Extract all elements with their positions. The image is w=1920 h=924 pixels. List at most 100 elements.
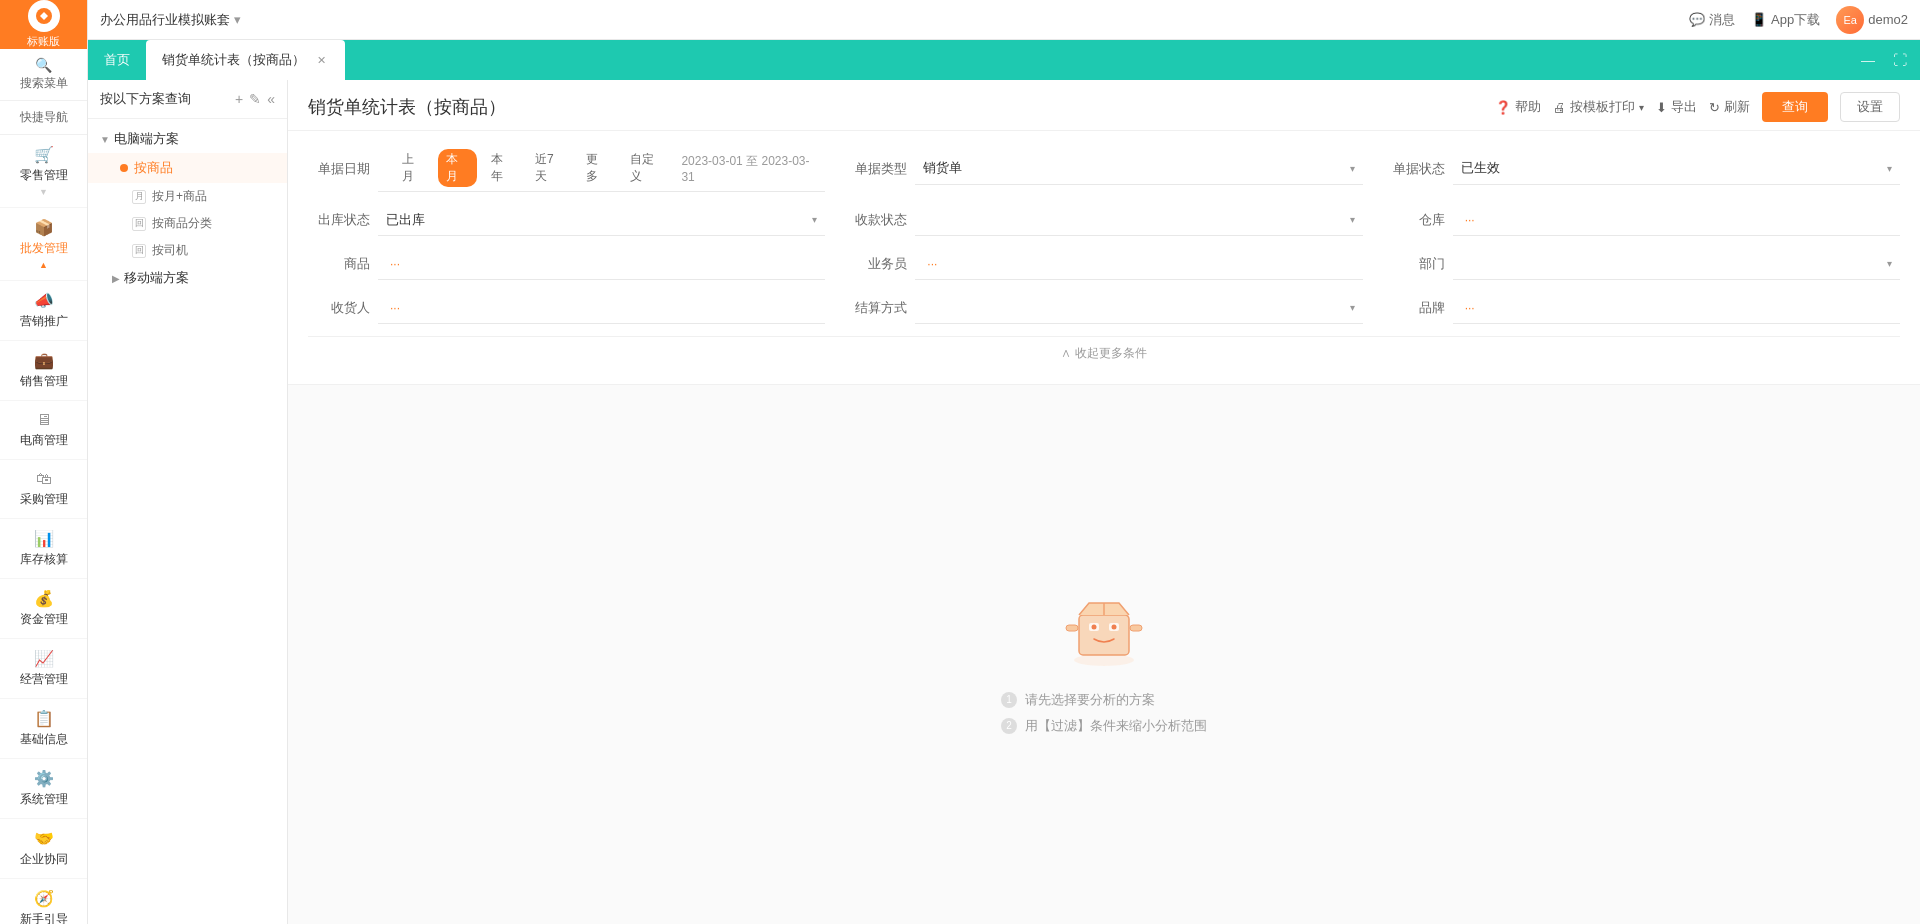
sidebar-item-marketing[interactable]: 📣 营销推广 xyxy=(0,281,87,341)
sidebar-item-system[interactable]: ⚙️ 系统管理 xyxy=(0,759,87,819)
svg-point-8 xyxy=(1112,624,1117,629)
help-btn[interactable]: ❓ 帮助 xyxy=(1495,98,1541,116)
filter-row-1: 单据日期 上月 本月 本年 近7天 更多 自定义 2023-03-01 至 20… xyxy=(308,145,1900,192)
sidebar-item-operation[interactable]: 📈 经营管理 xyxy=(0,639,87,699)
tab-home[interactable]: 首页 xyxy=(88,40,146,80)
sidebar-item-enterprise[interactable]: 🤝 企业协同 xyxy=(0,819,87,879)
add-scheme-btn[interactable]: + xyxy=(235,91,243,107)
payment-control[interactable]: ▾ xyxy=(915,204,1362,236)
brand-ellipsis-icon[interactable]: ··· xyxy=(1465,301,1475,315)
tree-item-by-month-product[interactable]: 月 按月+商品 xyxy=(88,183,287,210)
tip-text-1: 请先选择要分析的方案 xyxy=(1025,691,1155,709)
order-type-value: 销货单 xyxy=(923,159,962,177)
filter-row-4: 收货人 ··· 结算方式 ▾ 品牌 ··· xyxy=(308,292,1900,324)
sidebar-item-purchase[interactable]: 🛍 采购管理 xyxy=(0,460,87,519)
quick-nav[interactable]: 快捷导航 xyxy=(0,101,87,135)
warehouse-ellipsis-icon[interactable]: ··· xyxy=(1465,213,1475,227)
order-status-control[interactable]: 已生效 ▾ xyxy=(1453,153,1900,185)
sidebar-item-finance[interactable]: 💰 资金管理 xyxy=(0,579,87,639)
refresh-btn[interactable]: ↻ 刷新 xyxy=(1709,98,1750,116)
page-actions: ❓ 帮助 🖨 按模板打印 ▾ ⬇ 导出 ↻ 刷新 xyxy=(1495,92,1900,122)
export-btn[interactable]: ⬇ 导出 xyxy=(1656,98,1697,116)
brand-control[interactable]: ··· xyxy=(1453,292,1900,324)
receiver-ellipsis-icon[interactable]: ··· xyxy=(390,301,400,315)
guide-icon: 🧭 xyxy=(34,889,54,908)
sidebar-item-label: 基础信息 xyxy=(20,731,68,748)
sidebar-item-label: 资金管理 xyxy=(20,611,68,628)
search-label: 搜索菜单 xyxy=(20,76,68,90)
order-status-value: 已生效 xyxy=(1461,159,1500,177)
tree-item-by-category[interactable]: 回 按商品分类 xyxy=(88,210,287,237)
tab-sales-stats[interactable]: 销货单统计表（按商品） ✕ xyxy=(146,40,345,80)
query-btn[interactable]: 查询 xyxy=(1762,92,1828,122)
sidebar-item-basic[interactable]: 📋 基础信息 xyxy=(0,699,87,759)
logo-icon xyxy=(28,0,60,32)
settle-control[interactable]: ▾ xyxy=(915,292,1362,324)
tab-close-icon[interactable]: ✕ xyxy=(313,52,329,68)
app-logo: 标账版 xyxy=(0,0,88,49)
message-btn[interactable]: 💬 消息 xyxy=(1689,11,1735,29)
date-range: 2023-03-01 至 2023-03-31 xyxy=(681,153,817,184)
last-7days-btn[interactable]: 近7天 xyxy=(527,149,572,187)
sidebar-item-label: 销售管理 xyxy=(20,373,68,390)
topbar-right: 💬 消息 📱 App下载 Ea demo2 xyxy=(1689,6,1908,34)
brand-label: 品牌 xyxy=(1383,299,1453,317)
salesman-control[interactable]: ··· xyxy=(915,248,1362,280)
goods-control[interactable]: ··· xyxy=(378,248,825,280)
app-download-btn[interactable]: 📱 App下载 xyxy=(1751,11,1820,29)
tab-minimize-btn[interactable]: — xyxy=(1856,48,1880,72)
sidebar-item-sales[interactable]: 💼 销售管理 xyxy=(0,341,87,401)
collapse-filter-btn[interactable]: ∧ 收起更多条件 xyxy=(308,336,1900,370)
tree-item-by-driver[interactable]: 回 按司机 xyxy=(88,237,287,264)
sidebar-item-label: 电商管理 xyxy=(20,432,68,449)
sidebar-item-inventory[interactable]: 📊 库存核算 xyxy=(0,519,87,579)
system-icon: ⚙️ xyxy=(34,769,54,788)
current-month-btn[interactable]: 本月 xyxy=(438,149,476,187)
print-btn[interactable]: 🖨 按模板打印 ▾ xyxy=(1553,98,1644,116)
edit-scheme-btn[interactable]: ✎ xyxy=(249,91,261,107)
stock-dropdown-icon: ▾ xyxy=(812,214,817,225)
empty-tips: 1 请先选择要分析的方案 2 用【过滤】条件来缩小分析范围 xyxy=(1001,691,1207,735)
current-year-btn[interactable]: 本年 xyxy=(483,149,521,187)
tree-item-by-product[interactable]: 按商品 xyxy=(88,153,287,183)
order-type-control[interactable]: 销货单 ▾ xyxy=(915,153,1362,185)
empty-tip-1: 1 请先选择要分析的方案 xyxy=(1001,691,1207,709)
sidebar-item-retail[interactable]: 🛒 零售管理 ▼ xyxy=(0,135,87,208)
goods-ellipsis-icon[interactable]: ··· xyxy=(390,257,400,271)
retail-icon: 🛒 xyxy=(34,145,54,164)
inventory-icon: 📊 xyxy=(34,529,54,548)
stock-control[interactable]: 已出库 ▾ xyxy=(378,204,825,236)
stock-value: 已出库 xyxy=(386,211,425,229)
sidebar-item-guide[interactable]: 🧭 新手引导 xyxy=(0,879,87,924)
wholesale-icon: 📦 xyxy=(34,218,54,237)
operation-icon: 📈 xyxy=(34,649,54,668)
date-label: 单据日期 xyxy=(308,160,378,178)
tab-maximize-btn[interactable]: ⛶ xyxy=(1888,48,1912,72)
settings-btn[interactable]: 设置 xyxy=(1840,92,1900,122)
custom-btn[interactable]: 自定义 xyxy=(622,149,672,187)
last-month-btn[interactable]: 上月 xyxy=(394,149,432,187)
download-icon: 📱 xyxy=(1751,12,1767,27)
collapse-panel-btn[interactable]: « xyxy=(267,91,275,107)
more-btn[interactable]: 更多 xyxy=(578,149,616,187)
sidebar: 标账版 🔍 搜索菜单 快捷导航 🛒 零售管理 ▼ 📦 批发管理 ▲ 📣 营销推广… xyxy=(0,0,88,924)
search-menu[interactable]: 🔍 搜索菜单 xyxy=(0,49,87,101)
warehouse-control[interactable]: ··· xyxy=(1453,204,1900,236)
dept-control[interactable]: ▾ xyxy=(1453,248,1900,280)
sidebar-item-label: 经营管理 xyxy=(20,671,68,688)
topbar: 办公用品行业模拟账套 ▾ 💬 消息 📱 App下载 Ea demo2 xyxy=(88,0,1920,40)
tree-group-mobile[interactable]: ▶ 移动端方案 xyxy=(88,264,287,292)
help-icon: ❓ xyxy=(1495,100,1511,115)
tree-group-pc[interactable]: ▼ 电脑端方案 xyxy=(88,125,287,153)
payment-dropdown-icon: ▾ xyxy=(1350,214,1355,225)
payment-label: 收款状态 xyxy=(845,211,915,229)
ecommerce-icon: 🖥 xyxy=(36,411,52,429)
svg-rect-10 xyxy=(1130,625,1142,631)
user-menu[interactable]: Ea demo2 xyxy=(1836,6,1908,34)
sidebar-item-wholesale[interactable]: 📦 批发管理 ▲ xyxy=(0,208,87,281)
salesman-ellipsis-icon[interactable]: ··· xyxy=(927,257,937,271)
receiver-control[interactable]: ··· xyxy=(378,292,825,324)
dropdown-icon[interactable]: ▾ xyxy=(234,12,241,27)
tree-group-mobile-label: 移动端方案 xyxy=(124,269,189,287)
sidebar-item-ecommerce[interactable]: 🖥 电商管理 xyxy=(0,401,87,460)
